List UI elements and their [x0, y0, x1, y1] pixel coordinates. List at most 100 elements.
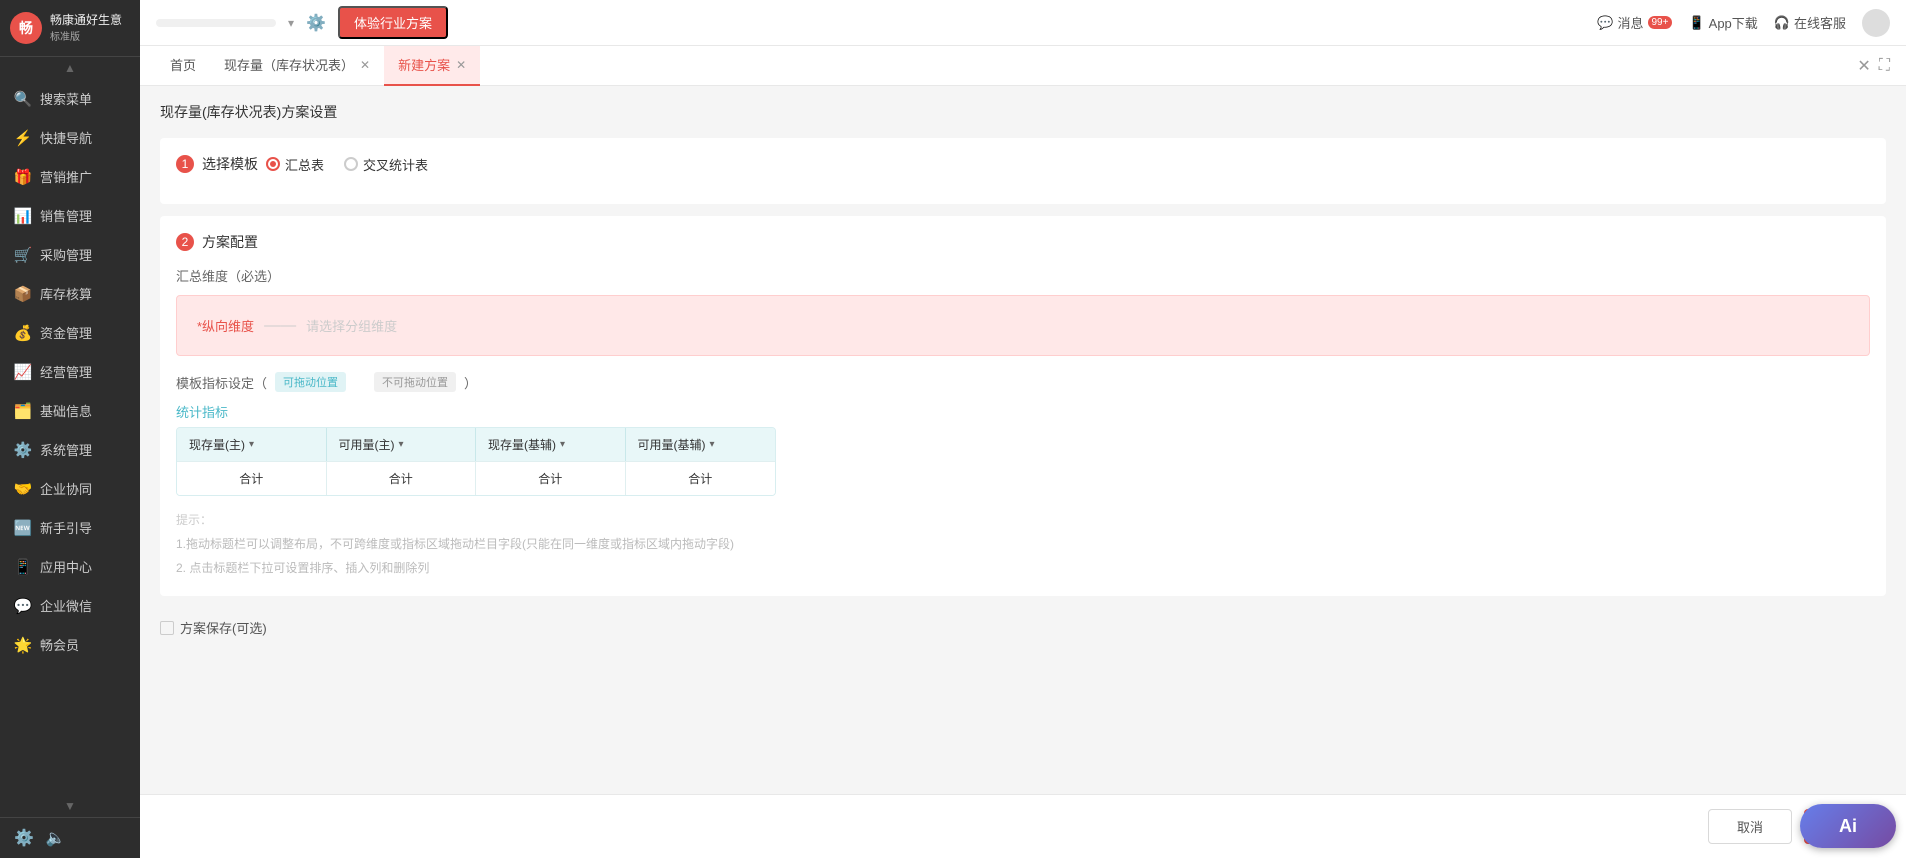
topbar-gear-icon[interactable]: ⚙️ — [306, 13, 326, 33]
cancel-button[interactable]: 取消 — [1708, 809, 1792, 844]
sidebar-item-sales[interactable]: 📊 销售管理 — [0, 196, 140, 235]
stats-col-1[interactable]: 现存量(主) ▾ — [177, 428, 327, 461]
tips-title: 提示： — [176, 513, 212, 527]
sidebar-item-guide[interactable]: 🆕 新手引导 — [0, 508, 140, 547]
audio-icon[interactable]: 🔈 — [46, 828, 66, 848]
sidebar-item-search[interactable]: 🔍 搜索菜单 — [0, 79, 140, 118]
step2-badge: 2 — [176, 233, 194, 251]
tab-new-plan-close-icon[interactable]: ✕ — [456, 58, 466, 72]
stats-table-header: 现存量(主) ▾ 可用量(主) ▾ 现存量(基辅) ▾ 可用量(基辅) — [177, 428, 775, 461]
stats-col-3[interactable]: 现存量(基辅) ▾ — [476, 428, 626, 461]
stats-col-2[interactable]: 可用量(主) ▾ — [327, 428, 477, 461]
dimension-dash: —— — [264, 317, 296, 335]
dimension-area[interactable]: *纵向维度 —— 请选择分组维度 — [176, 295, 1870, 356]
chevron-down-icon-1: ▾ — [249, 439, 254, 450]
sidebar-item-label: 销售管理 — [40, 206, 92, 225]
sidebar-item-label: 企业协同 — [40, 479, 92, 498]
stats-table-row: 合计 合计 合计 合计 — [177, 461, 775, 495]
tab-inventory-close-icon[interactable]: ✕ — [360, 58, 370, 72]
cooperation-icon: 🤝 — [14, 480, 32, 498]
topbar-dropdown-arrow[interactable]: ▾ — [288, 16, 294, 30]
template-options: 汇总表 交叉统计表 — [266, 155, 428, 174]
chevron-down-icon-4: ▾ — [710, 439, 715, 450]
section-step1: 1 选择模板 汇总表 交叉统计表 — [160, 138, 1886, 204]
tab-new-plan[interactable]: 新建方案 ✕ — [384, 46, 480, 86]
sidebar-item-label: 畅会员 — [40, 635, 79, 654]
sidebar-item-label: 应用中心 — [40, 557, 92, 576]
page-title: 现存量(库存状况表)方案设置 — [160, 102, 1886, 122]
step1-title: 选择模板 — [202, 154, 258, 174]
window-expand-icon[interactable]: ⛶ — [1879, 57, 1890, 75]
finance-icon: 💰 — [14, 324, 32, 342]
sidebar-logo: 畅 畅康通好生意 标准版 — [0, 0, 140, 57]
sidebar-bottom: ⚙️ 🔈 — [0, 817, 140, 858]
sidebar-item-vip[interactable]: 🌟 畅会员 — [0, 625, 140, 664]
sidebar-item-inventory[interactable]: 📦 库存核算 — [0, 274, 140, 313]
online-service-button[interactable]: 🎧 在线客服 — [1774, 13, 1846, 32]
inventory-icon: 📦 — [14, 285, 32, 303]
sidebar-item-label: 系统管理 — [40, 440, 92, 459]
marketing-icon: 🎁 — [14, 168, 32, 186]
sidebar-item-label: 资金管理 — [40, 323, 92, 342]
user-avatar[interactable] — [1862, 9, 1890, 37]
quicknav-icon: ⚡ — [14, 129, 32, 147]
sidebar-item-label: 基础信息 — [40, 401, 92, 420]
sidebar-item-marketing[interactable]: 🎁 营销推广 — [0, 157, 140, 196]
topbar: ▾ ⚙️ 体验行业方案 💬 消息 99+ 📱 App下载 🎧 在线客服 — [140, 0, 1906, 46]
search-icon: 🔍 — [14, 90, 32, 108]
template-cross-option[interactable]: 交叉统计表 — [344, 155, 428, 174]
stats-col-4[interactable]: 可用量(基辅) ▾ — [626, 428, 776, 461]
sidebar-item-system[interactable]: ⚙️ 系统管理 — [0, 430, 140, 469]
sidebar-item-label: 搜索菜单 — [40, 89, 92, 108]
sidebar-item-quicknav[interactable]: ⚡ 快捷导航 — [0, 118, 140, 157]
sidebar-item-finance[interactable]: 💰 资金管理 — [0, 313, 140, 352]
dimension-required-label: 汇总维度（必选） — [176, 266, 1870, 285]
window-close-icon[interactable]: ✕ — [1857, 56, 1870, 76]
app-download-button[interactable]: 📱 App下载 — [1688, 13, 1757, 32]
sidebar-item-basicinfo[interactable]: 🗂️ 基础信息 — [0, 391, 140, 430]
step2-title: 方案配置 — [202, 232, 258, 252]
operations-icon: 📈 — [14, 363, 32, 381]
message-icon: 💬 — [1597, 15, 1613, 31]
vip-icon: 🌟 — [14, 636, 32, 654]
messages-button[interactable]: 💬 消息 99+ — [1597, 13, 1672, 32]
sidebar-item-cooperation[interactable]: 🤝 企业协同 — [0, 469, 140, 508]
movable-tag: 可拖动位置 — [275, 372, 346, 392]
sidebar-item-appcenter[interactable]: 📱 应用中心 — [0, 547, 140, 586]
sidebar: 畅 畅康通好生意 标准版 ▲ 🔍 搜索菜单 ⚡ 快捷导航 🎁 营销推广 📊 销售… — [0, 0, 140, 858]
stats-table: 现存量(主) ▾ 可用量(主) ▾ 现存量(基辅) ▾ 可用量(基辅) — [176, 427, 776, 496]
sidebar-item-purchase[interactable]: 🛒 采购管理 — [0, 235, 140, 274]
stats-title: 统计指标 — [176, 402, 1870, 421]
sidebar-item-label: 营销推广 — [40, 167, 92, 186]
tab-home[interactable]: 首页 — [156, 46, 210, 86]
settings-icon[interactable]: ⚙️ — [14, 828, 34, 848]
topbar-right: 💬 消息 99+ 📱 App下载 🎧 在线客服 — [1597, 9, 1890, 37]
appcenter-icon: 📱 — [14, 558, 32, 576]
ai-fab-button[interactable]: Ai — [1800, 804, 1896, 848]
vertical-dimension-label: *纵向维度 — [197, 316, 254, 335]
sidebar-scroll-down[interactable]: ▼ — [0, 795, 140, 817]
indicator-settings: 模板指标设定（ 可拖动位置 不可拖动位置 ） 统计指标 现存量(主) ▾ — [176, 372, 1870, 496]
dimension-placeholder: 请选择分组维度 — [306, 316, 397, 335]
main-content: ▾ ⚙️ 体验行业方案 💬 消息 99+ 📱 App下载 🎧 在线客服 首页 — [140, 0, 1906, 858]
section-step2: 2 方案配置 汇总维度（必选） *纵向维度 —— 请选择分组维度 模板指标设定（… — [160, 216, 1886, 596]
save-checkbox[interactable] — [160, 621, 174, 635]
radio-summary[interactable] — [266, 157, 280, 171]
sidebar-item-wechat[interactable]: 💬 企业微信 — [0, 586, 140, 625]
unmovable-tag: 不可拖动位置 — [374, 372, 456, 392]
sidebar-item-operations[interactable]: 📈 经营管理 — [0, 352, 140, 391]
headset-icon: 🎧 — [1774, 15, 1790, 31]
radio-cross[interactable] — [344, 157, 358, 171]
stats-cell-1-1: 合计 — [177, 461, 327, 495]
logo-icon: 畅 — [10, 12, 42, 44]
sidebar-scroll-up[interactable]: ▲ — [0, 57, 140, 79]
logo-text: 畅康通好生意 标准版 — [50, 13, 122, 44]
template-summary-option[interactable]: 汇总表 — [266, 155, 324, 174]
guide-icon: 🆕 — [14, 519, 32, 537]
trial-button[interactable]: 体验行业方案 — [338, 6, 448, 39]
sidebar-nav: 🔍 搜索菜单 ⚡ 快捷导航 🎁 营销推广 📊 销售管理 🛒 采购管理 📦 库存核… — [0, 79, 140, 795]
save-option: 方案保存(可选) — [160, 608, 1886, 647]
sidebar-item-label: 企业微信 — [40, 596, 92, 615]
tab-inventory-status[interactable]: 现存量（库存状况表） ✕ — [210, 46, 384, 86]
step1-header: 1 选择模板 汇总表 交叉统计表 — [176, 154, 1870, 174]
